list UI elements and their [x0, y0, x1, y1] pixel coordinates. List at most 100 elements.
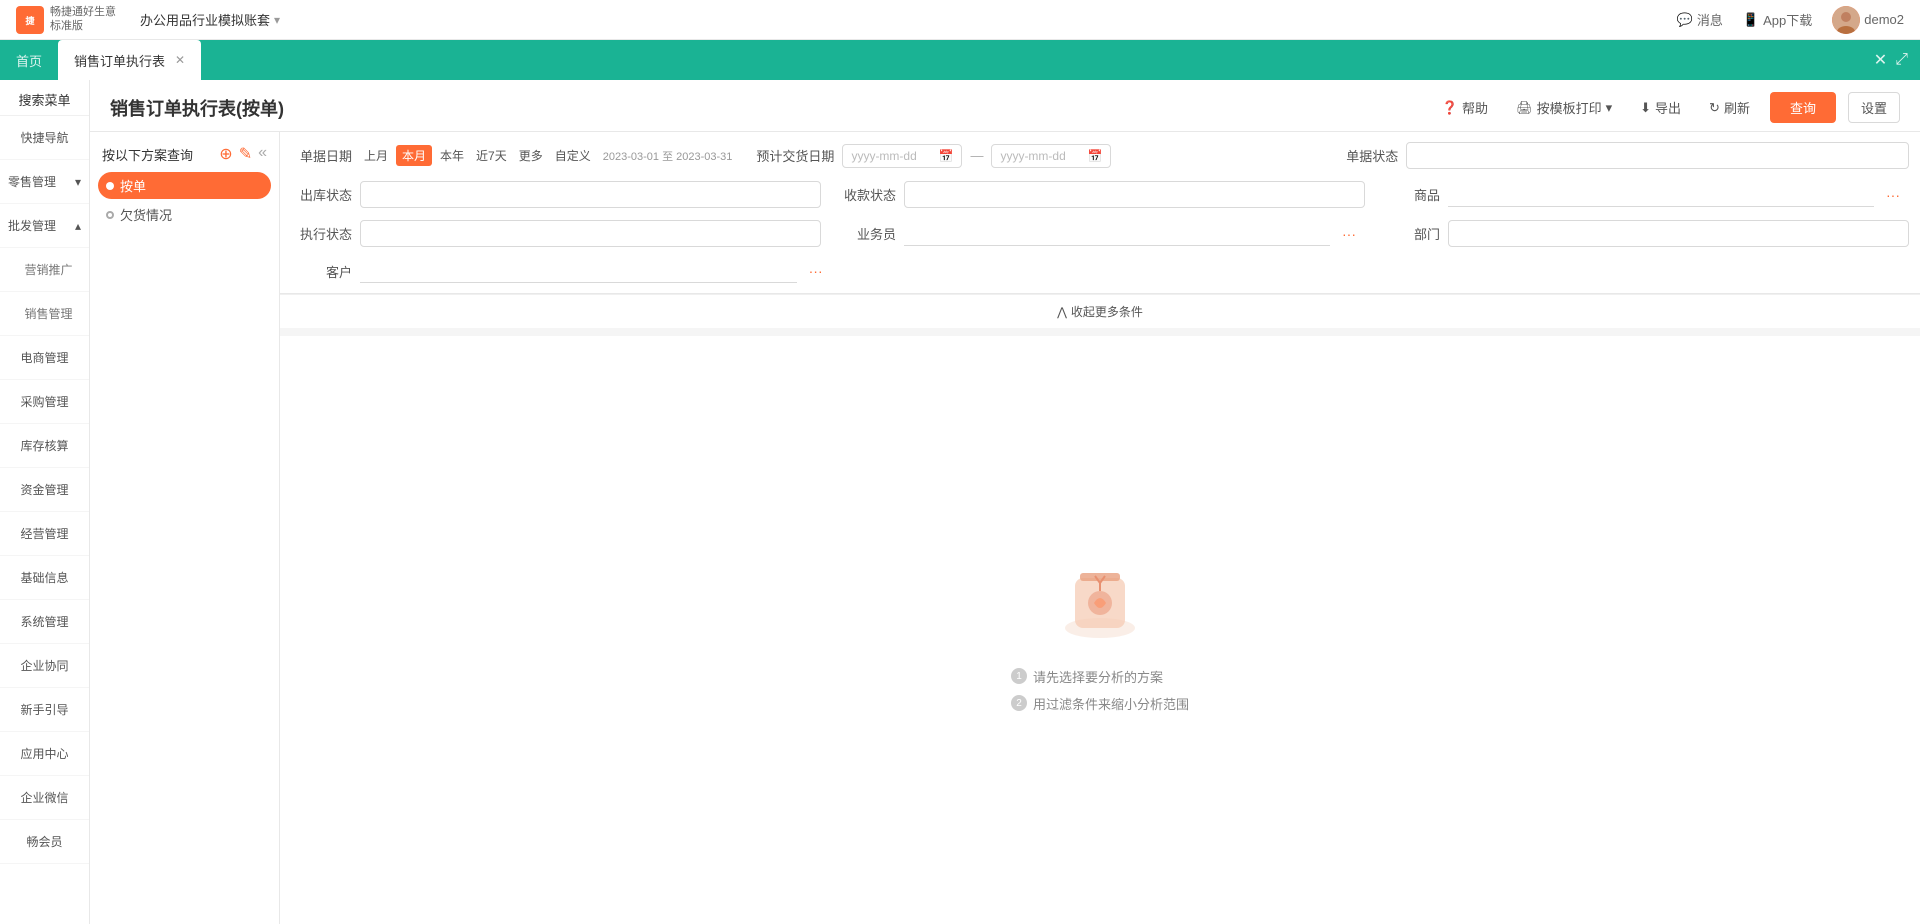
collapse-bar[interactable]: ⋀ 收起更多条件	[280, 294, 1920, 328]
customer-more-icon[interactable]: ···	[805, 263, 827, 279]
message-label: 消息	[1697, 10, 1723, 29]
status-select[interactable]	[1406, 142, 1909, 169]
empty-state: 1 请先选择要分析的方案 2 用过滤条件来缩小分析范围	[280, 336, 1920, 924]
scheme-by-debt[interactable]: 欠货情况	[98, 201, 271, 228]
warehouse-select[interactable]	[360, 181, 821, 208]
sidebar-item-system[interactable]: 系统管理	[0, 600, 89, 644]
goods-input[interactable]	[1448, 187, 1874, 202]
sidebar-item-retail[interactable]: 零售管理 ▾	[0, 160, 89, 204]
scheme-by-order[interactable]: 按单	[98, 172, 271, 199]
logo-icon: 捷	[16, 6, 44, 34]
wechat-label: 企业微信	[20, 789, 68, 806]
help-icon: ❓	[1442, 100, 1458, 116]
goods-more-icon[interactable]: ···	[1882, 187, 1904, 203]
scheme-dot-icon	[106, 182, 114, 190]
goods-filter: 商品 ···	[1384, 183, 1904, 207]
purchase-label: 采购管理	[20, 393, 68, 410]
expected-date-label: 预计交货日期	[756, 146, 834, 165]
add-scheme-icon[interactable]: ⊕	[219, 144, 232, 164]
sidebar-item-finance[interactable]: 资金管理	[0, 468, 89, 512]
expected-date-start[interactable]: yyyy-mm-dd 📅	[842, 144, 962, 168]
tip-num-2: 2	[1011, 695, 1027, 711]
edit-scheme-icon[interactable]: ✎	[239, 144, 252, 164]
payment-select[interactable]	[904, 181, 1365, 208]
print-button[interactable]: 🖨 按模板打印 ▾	[1508, 94, 1620, 121]
scheme-list: 按单 欠货情况	[90, 172, 279, 228]
logo-area: 捷 畅捷通好生意 标准版	[16, 6, 116, 34]
salesman-input[interactable]	[904, 226, 1330, 241]
customer-input-area	[360, 259, 797, 283]
message-action[interactable]: 💬 消息	[1677, 10, 1723, 29]
tab-sales-order[interactable]: 销售订单执行表 ✕	[58, 40, 201, 80]
salesman-input-area	[904, 222, 1330, 246]
customer-input[interactable]	[360, 263, 797, 278]
export-icon: ⬇	[1640, 100, 1651, 116]
status-select-wrapper	[1406, 142, 1909, 169]
collapse-icon: ⋀	[1057, 305, 1067, 319]
date-tab-more[interactable]: 更多	[515, 145, 547, 166]
collapse-panel-icon[interactable]: «	[258, 144, 267, 164]
query-button[interactable]: 查询	[1770, 92, 1836, 123]
breadcrumb-arrow-icon[interactable]: ▾	[274, 13, 280, 27]
tip-text-1: 请先选择要分析的方案	[1033, 667, 1163, 686]
tab-close-icon[interactable]: ✕	[175, 53, 185, 67]
operations-label: 经营管理	[20, 525, 68, 542]
app-download-action[interactable]: 📱 App下载	[1743, 10, 1812, 29]
date-tab-last-month[interactable]: 上月	[360, 145, 392, 166]
payment-select-wrapper	[904, 181, 1365, 208]
expected-date-end[interactable]: yyyy-mm-dd 📅	[991, 144, 1111, 168]
app-center-label: 应用中心	[20, 745, 68, 762]
tab-home[interactable]: 首页	[0, 40, 58, 80]
sidebar-item-marketing[interactable]: 营销推广	[0, 248, 89, 292]
empty-illustration	[1050, 548, 1150, 651]
sidebar-item-quick-nav[interactable]: 快捷导航	[0, 116, 89, 160]
tab-bar-actions: ✕ ⤢	[1874, 50, 1920, 70]
sidebar-item-enterprise[interactable]: 企业协同	[0, 644, 89, 688]
expected-date-filter: 预计交货日期 yyyy-mm-dd 📅 — yyyy-mm-dd 📅	[756, 144, 1318, 168]
user-area[interactable]: demo2	[1832, 6, 1904, 34]
logo-text: 畅捷通好生意 标准版	[50, 6, 116, 32]
sidebar-search-label[interactable]: 搜索菜单	[8, 90, 81, 109]
inventory-label: 库存核算	[20, 437, 68, 454]
left-panel-icons: ⊕ ✎ «	[219, 144, 267, 164]
sidebar-item-ecommerce[interactable]: 电商管理	[0, 336, 89, 380]
tab-expand-icon[interactable]: ⤢	[1895, 51, 1908, 69]
refresh-button[interactable]: ↻ 刷新	[1701, 94, 1758, 121]
exec-filter: 执行状态 ▾	[296, 220, 816, 247]
sidebar-item-purchase[interactable]: 采购管理	[0, 380, 89, 424]
tab-close-window-icon[interactable]: ✕	[1874, 50, 1887, 70]
sidebar-item-basic-info[interactable]: 基础信息	[0, 556, 89, 600]
date-tab-this-year[interactable]: 本年	[436, 145, 468, 166]
retail-label: 零售管理	[8, 173, 56, 190]
date-tab-last-7[interactable]: 近7天	[472, 145, 511, 166]
export-button[interactable]: ⬇ 导出	[1632, 94, 1689, 121]
page-title: 销售订单执行表(按单)	[110, 95, 284, 121]
sidebar-item-newbie[interactable]: 新手引导	[0, 688, 89, 732]
date-tabs: 上月 本月 本年 近7天 更多 自定义	[360, 145, 595, 166]
exec-select[interactable]	[360, 220, 821, 247]
sidebar-item-inventory[interactable]: 库存核算	[0, 424, 89, 468]
collapse-label: 收起更多条件	[1071, 303, 1143, 320]
sidebar-item-app-center[interactable]: 应用中心	[0, 732, 89, 776]
empty-tips: 1 请先选择要分析的方案 2 用过滤条件来缩小分析范围	[1011, 667, 1189, 713]
sidebar-item-operations[interactable]: 经营管理	[0, 512, 89, 556]
status-filter: 单据状态 ▾	[1342, 142, 1904, 169]
sidebar-item-member[interactable]: 畅会员	[0, 820, 89, 864]
message-icon: 💬	[1677, 12, 1693, 28]
sales-mgmt-label: 销售管理	[24, 305, 72, 322]
warehouse-label: 出库状态	[296, 185, 352, 204]
top-header: 捷 畅捷通好生意 标准版 办公用品行业模拟账套 ▾ 💬 消息 📱 App下载	[0, 0, 1920, 40]
date-tab-this-month[interactable]: 本月	[396, 145, 432, 166]
salesman-more-icon[interactable]: ···	[1338, 226, 1360, 242]
dept-select[interactable]	[1448, 220, 1909, 247]
user-name: demo2	[1864, 12, 1904, 27]
settings-button[interactable]: 设置	[1848, 92, 1900, 123]
print-icon: 🖨	[1516, 100, 1533, 116]
sidebar-item-wechat[interactable]: 企业微信	[0, 776, 89, 820]
help-button[interactable]: ❓ 帮助	[1434, 94, 1496, 121]
sidebar-item-wholesale[interactable]: 批发管理 ▴	[0, 204, 89, 248]
date-tab-custom[interactable]: 自定义	[551, 145, 595, 166]
sidebar-item-sales-mgmt[interactable]: 销售管理	[0, 292, 89, 336]
system-label: 系统管理	[20, 613, 68, 630]
print-label: 按模板打印	[1537, 98, 1602, 117]
